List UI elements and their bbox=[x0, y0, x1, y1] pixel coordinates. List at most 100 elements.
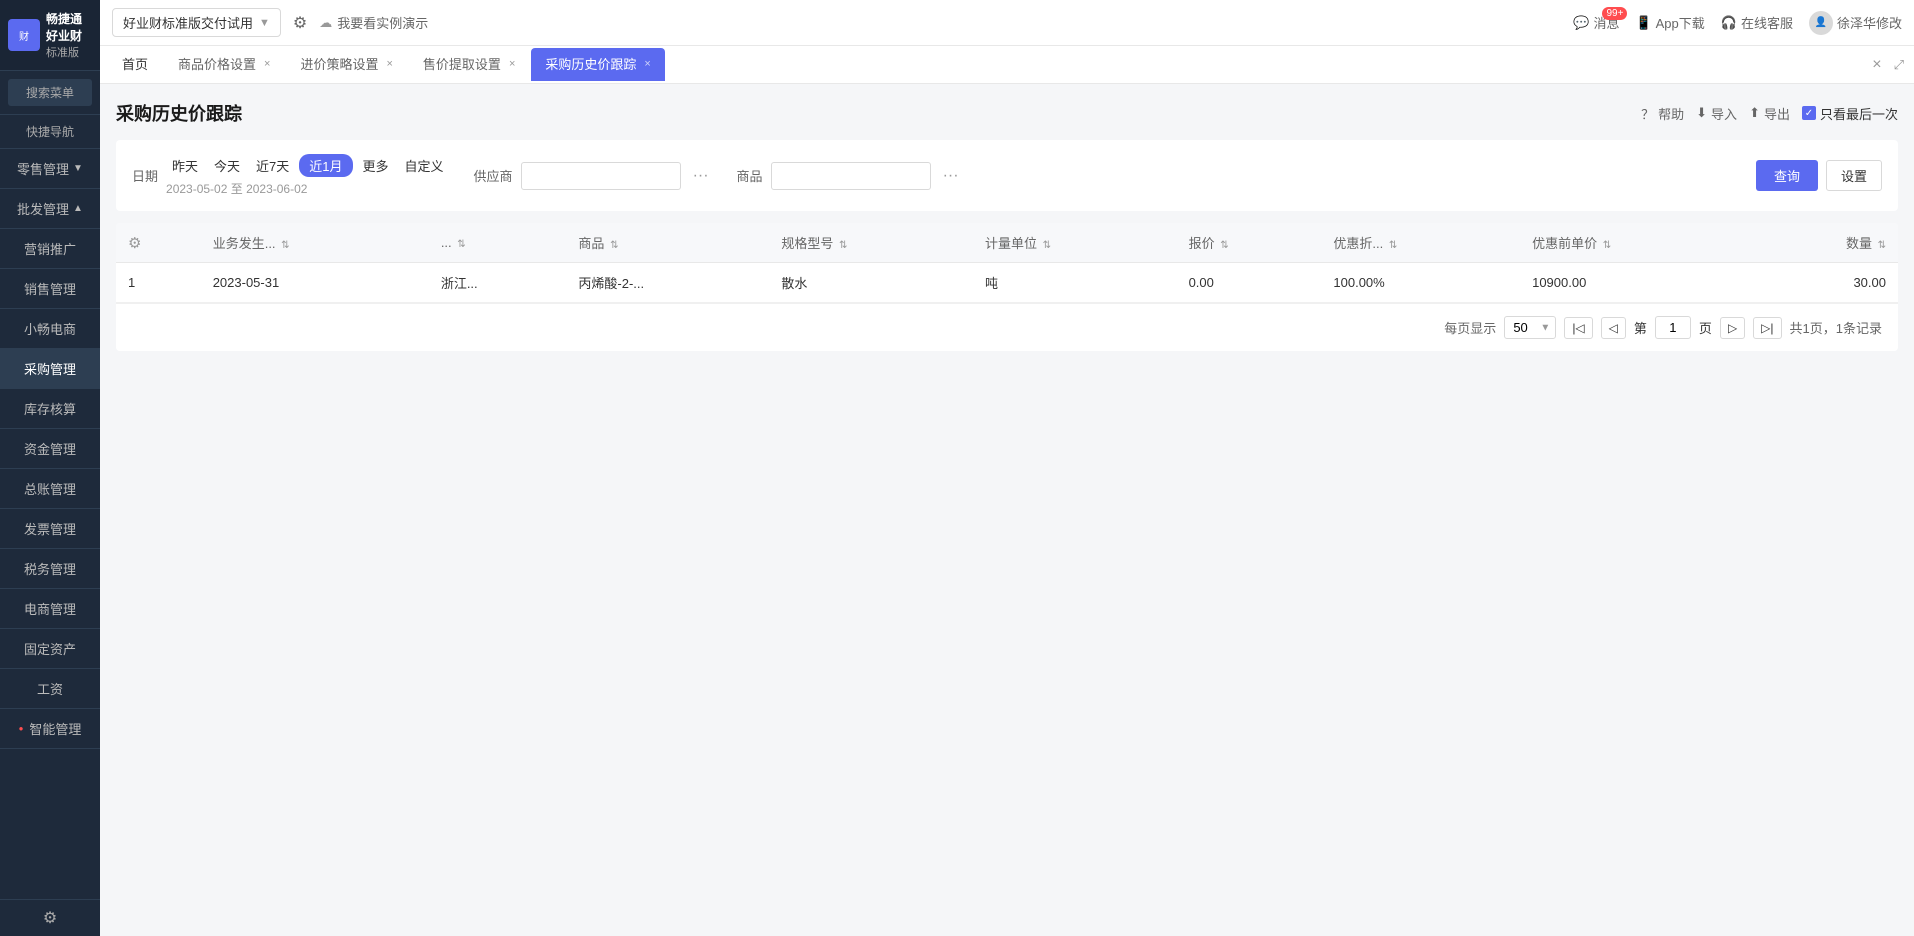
tab-bar: 首页 商品价格设置 × 进价策略设置 × 售价提取设置 × 采购历史价跟踪 × … bbox=[100, 46, 1914, 84]
product-input[interactable] bbox=[771, 162, 931, 190]
tab-purchase-strategy[interactable]: 进价策略设置 × bbox=[286, 48, 406, 81]
close-icon[interactable]: × bbox=[264, 58, 270, 70]
tab-purchase-history[interactable]: 采购历史价跟踪 × bbox=[531, 48, 664, 81]
close-icon[interactable]: × bbox=[509, 58, 515, 70]
quick-nav-button[interactable]: 快捷导航 bbox=[0, 115, 100, 149]
product-label: 商品 bbox=[737, 166, 763, 185]
page-total: 共1页，1条记录 bbox=[1790, 318, 1882, 337]
tab-label: 售价提取设置 bbox=[423, 54, 501, 73]
sidebar-item-tax[interactable]: 税务管理 bbox=[0, 549, 100, 589]
only-last-label: 只看最后一次 bbox=[1820, 104, 1898, 123]
settings-icon[interactable]: ⚙ bbox=[43, 910, 57, 927]
tab-sale-price[interactable]: 售价提取设置 × bbox=[409, 48, 529, 81]
headset-icon: 🎧 bbox=[1721, 15, 1737, 31]
next-page-button[interactable]: ▷ bbox=[1720, 317, 1745, 339]
export-button[interactable]: ⬆ 导出 bbox=[1749, 104, 1790, 123]
th-label: 业务发生... bbox=[213, 236, 276, 251]
date-opt-1month[interactable]: 近1月 bbox=[299, 154, 352, 177]
th-gear[interactable]: ⚙ bbox=[116, 223, 201, 263]
sidebar-item-ai[interactable]: ● 智能管理 bbox=[0, 709, 100, 749]
only-last-checkbox[interactable]: ✓ 只看最后一次 bbox=[1802, 104, 1898, 123]
demo-icon: ☁ bbox=[319, 15, 332, 31]
import-button[interactable]: ⬇ 导入 bbox=[1696, 104, 1737, 123]
sidebar-item-ecommerce-small[interactable]: 小畅电商 bbox=[0, 309, 100, 349]
page-title: 采购历史价跟踪 bbox=[116, 100, 242, 126]
cell-more1: 浙江... bbox=[429, 263, 567, 303]
th-label: 数量 bbox=[1846, 236, 1872, 251]
tab-product-price[interactable]: 商品价格设置 × bbox=[164, 48, 284, 81]
per-page-select[interactable]: 50 10 20 100 bbox=[1504, 316, 1556, 339]
sidebar-item-marketing[interactable]: 营销推广 bbox=[0, 229, 100, 269]
customer-service-button[interactable]: 🎧 在线客服 bbox=[1721, 13, 1793, 32]
cell-index: 1 bbox=[116, 263, 201, 303]
supplier-dots[interactable]: ··· bbox=[689, 167, 713, 185]
tab-label: 首页 bbox=[122, 54, 148, 73]
sidebar-item-label: 总账管理 bbox=[24, 479, 76, 498]
sidebar-item-ecommerce[interactable]: 电商管理 bbox=[0, 589, 100, 629]
th-pre-discount-price[interactable]: 优惠前单价 ⇅ bbox=[1520, 223, 1753, 263]
close-icon[interactable]: × bbox=[644, 58, 650, 70]
main-content: 好业财标准版交付试用 ▼ ⚙ ☁ 我要看实例演示 💬 消息 99+ 📱 App下… bbox=[100, 0, 1914, 936]
th-discount[interactable]: 优惠折... ⇅ bbox=[1321, 223, 1520, 263]
search-menu-button[interactable]: 搜索菜单 bbox=[8, 79, 92, 106]
gear-icon: ⚙ bbox=[128, 235, 141, 252]
sidebar-search-section: 搜索菜单 bbox=[0, 71, 100, 115]
first-page-button[interactable]: |◁ bbox=[1564, 317, 1592, 339]
prev-page-button[interactable]: ◁ bbox=[1601, 317, 1626, 339]
date-opt-today[interactable]: 今天 bbox=[208, 154, 246, 177]
date-opt-yesterday[interactable]: 昨天 bbox=[166, 154, 204, 177]
th-unit[interactable]: 计量单位 ⇅ bbox=[973, 223, 1177, 263]
app-download-button[interactable]: 📱 App下载 bbox=[1635, 13, 1704, 32]
sidebar-item-inventory[interactable]: 库存核算 bbox=[0, 389, 100, 429]
date-label: 日期 bbox=[132, 166, 158, 185]
sidebar-item-label: 工资 bbox=[37, 679, 63, 698]
chevron-down-icon: ▼ bbox=[73, 163, 83, 174]
user-menu-button[interactable]: 👤 徐泽华修改 bbox=[1809, 11, 1902, 35]
sidebar-item-retail[interactable]: 零售管理 ▼ bbox=[0, 149, 100, 189]
avatar: 👤 bbox=[1809, 11, 1833, 35]
app-name: 畅捷通好业财 标准版 bbox=[46, 10, 92, 60]
date-opt-7days[interactable]: 近7天 bbox=[250, 154, 295, 177]
date-options-row: 昨天 今天 近7天 近1月 更多 自定义 bbox=[166, 154, 450, 177]
close-icon[interactable]: × bbox=[386, 58, 392, 70]
sort-icon: ⇅ bbox=[1043, 240, 1051, 251]
sidebar-item-purchase[interactable]: 采购管理 bbox=[0, 349, 100, 389]
sidebar-item-label: 销售管理 bbox=[24, 279, 76, 298]
page-number-input[interactable] bbox=[1655, 316, 1691, 339]
help-button[interactable]: ？ 帮助 bbox=[1641, 104, 1684, 123]
th-biz-date[interactable]: 业务发生... ⇅ bbox=[201, 223, 429, 263]
th-quantity[interactable]: 数量 ⇅ bbox=[1753, 223, 1898, 263]
expand-window-button[interactable]: ⤢ bbox=[1892, 55, 1906, 75]
sidebar-item-payroll[interactable]: 工资 bbox=[0, 669, 100, 709]
sidebar-item-fixed-assets[interactable]: 固定资产 bbox=[0, 629, 100, 669]
supplier-input[interactable] bbox=[521, 162, 681, 190]
date-opt-custom[interactable]: 自定义 bbox=[399, 154, 450, 177]
cell-product: 丙烯酸-2-... bbox=[566, 263, 769, 303]
tab-home[interactable]: 首页 bbox=[108, 48, 162, 81]
close-window-button[interactable]: × bbox=[1870, 54, 1883, 76]
settings-icon[interactable]: ⚙ bbox=[293, 13, 307, 33]
sidebar-item-invoice[interactable]: 发票管理 bbox=[0, 509, 100, 549]
demo-button[interactable]: ☁ 我要看实例演示 bbox=[319, 13, 428, 32]
version-selector[interactable]: 好业财标准版交付试用 ▼ bbox=[112, 8, 281, 37]
sidebar-item-label: 资金管理 bbox=[24, 439, 76, 458]
cell-unit: 吨 bbox=[973, 263, 1177, 303]
sidebar-logo: 财 畅捷通好业财 标准版 bbox=[0, 0, 100, 71]
filter-settings-button[interactable]: 设置 bbox=[1826, 160, 1882, 191]
sidebar-item-ledger[interactable]: 总账管理 bbox=[0, 469, 100, 509]
product-dots[interactable]: ··· bbox=[939, 167, 963, 185]
query-button[interactable]: 查询 bbox=[1756, 160, 1818, 191]
sidebar-item-sales[interactable]: 销售管理 bbox=[0, 269, 100, 309]
tab-label: 采购历史价跟踪 bbox=[545, 54, 636, 73]
question-icon: ？ bbox=[1641, 104, 1654, 123]
sidebar-item-wholesale[interactable]: 批发管理 ▲ bbox=[0, 189, 100, 229]
th-more1[interactable]: ... ⇅ bbox=[429, 223, 567, 263]
sidebar-item-finance[interactable]: 资金管理 bbox=[0, 429, 100, 469]
th-spec[interactable]: 规格型号 ⇅ bbox=[769, 223, 973, 263]
th-quote[interactable]: 报价 ⇅ bbox=[1177, 223, 1322, 263]
app-edition-text: 标准版 bbox=[46, 44, 92, 60]
th-product[interactable]: 商品 ⇅ bbox=[566, 223, 769, 263]
last-page-button[interactable]: ▷| bbox=[1753, 317, 1781, 339]
message-button[interactable]: 💬 消息 99+ bbox=[1573, 13, 1619, 32]
date-opt-more[interactable]: 更多 bbox=[357, 154, 395, 177]
